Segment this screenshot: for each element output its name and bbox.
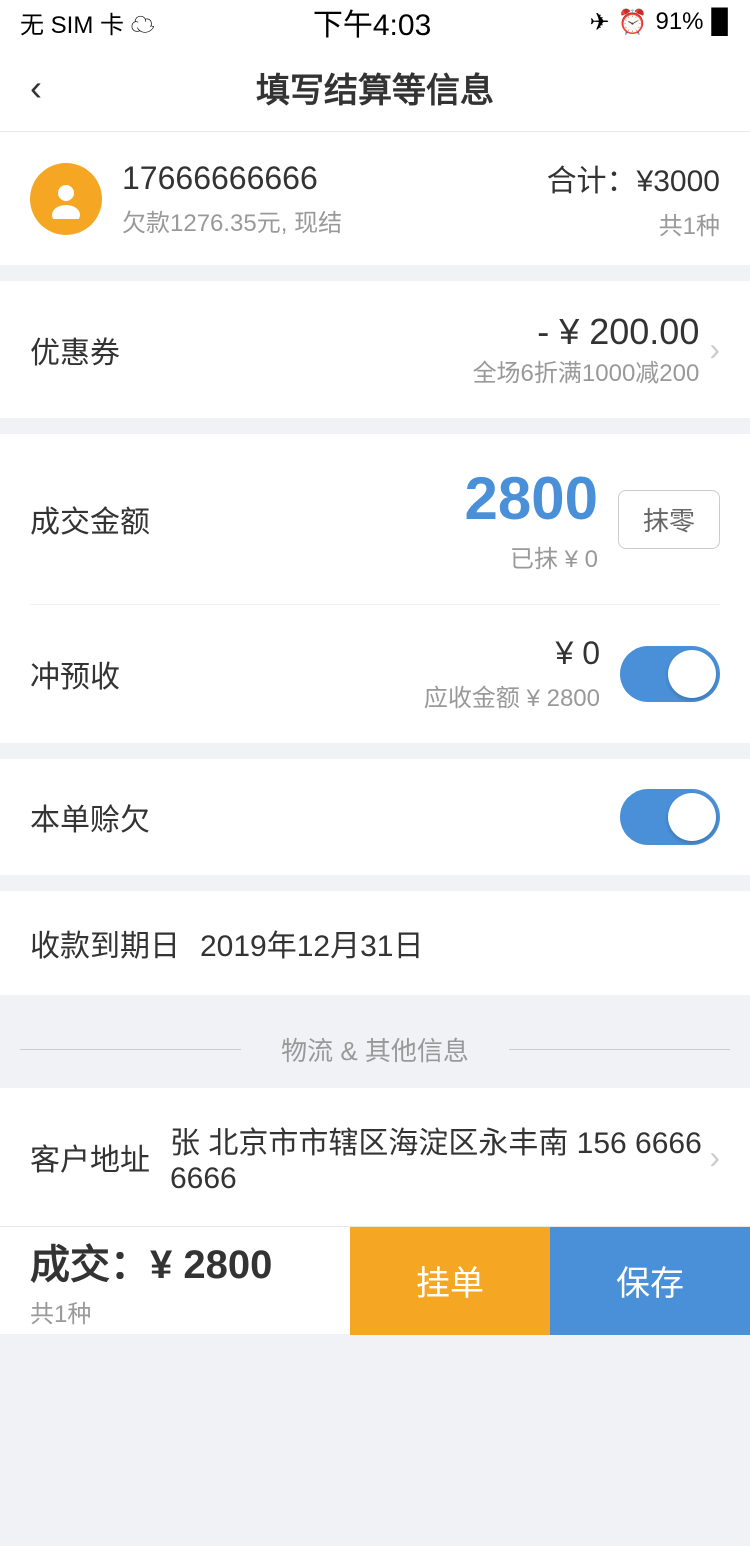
section-divider-text: 物流 & 其他信息 (281, 1031, 469, 1068)
bottom-deal-amount: ¥ 2800 (150, 1243, 272, 1287)
total-count: 共1种 (547, 206, 720, 241)
sim-status: 无 SIM 卡 ☁ (20, 5, 155, 40)
prereceive-col: ¥ 0 应收金额 ¥ 2800 (424, 635, 600, 713)
amount-section: 成交金额 2800 已抹 ¥ 0 抹零 冲预收 ¥ 0 应收金额 ¥ 2800 (0, 434, 750, 743)
battery-status: 91% (655, 8, 703, 36)
location-icon: ✈ (589, 8, 609, 37)
prereceive-amount: ¥ 0 (556, 635, 600, 672)
address-row[interactable]: 客户地址 张 北京市市辖区海淀区永丰南 156 6666 6666 › (0, 1088, 750, 1226)
chevron-right-icon: › (709, 331, 720, 368)
save-button[interactable]: 保存 (550, 1227, 750, 1335)
prereceive-label: 冲预收 (30, 652, 120, 696)
amount-col: 2800 已抹 ¥ 0 (465, 464, 598, 574)
duedate-row: 收款到期日 2019年12月31日 (0, 891, 750, 995)
customer-debt: 欠款1276.35元, 现结 (122, 203, 342, 238)
customer-left: 17666666666 欠款1276.35元, 现结 (30, 160, 342, 238)
bottom-count: 共1种 (30, 1294, 320, 1329)
debt-toggle-knob (668, 793, 716, 841)
deal-amount-label: 成交金额 (30, 497, 150, 541)
bottom-deal-row: 成交：¥ 2800 (30, 1232, 320, 1290)
customer-info-row: 17666666666 欠款1276.35元, 现结 合计：¥3000 共1种 (0, 132, 750, 265)
alarm-icon: ⏰ (618, 8, 648, 37)
back-button[interactable]: ‹ (30, 67, 42, 109)
status-right: ✈ ⏰ 91% ▉ (589, 8, 730, 37)
prereceive-right: ¥ 0 应收金额 ¥ 2800 (424, 635, 720, 713)
bottom-deal-label: 成交： (30, 1243, 150, 1287)
toggle-knob (668, 650, 716, 698)
prereceive-toggle[interactable] (620, 646, 720, 702)
page-title: 填写结算等信息 (256, 63, 494, 112)
debt-toggle[interactable] (620, 789, 720, 845)
customer-details: 17666666666 欠款1276.35元, 现结 (122, 160, 342, 238)
debt-row: 本单赊欠 (0, 759, 750, 875)
duedate-label: 收款到期日 (30, 921, 180, 965)
address-value: 张 北京市市辖区海淀区永丰南 156 6666 6666 (170, 1118, 709, 1196)
nav-bar: ‹ 填写结算等信息 (0, 44, 750, 132)
status-bar: 无 SIM 卡 ☁ 下午4:03 ✈ ⏰ 91% ▉ (0, 0, 750, 44)
bottom-summary: 成交：¥ 2800 共1种 (0, 1232, 350, 1329)
deal-amount-row: 成交金额 2800 已抹 ¥ 0 抹零 (30, 434, 720, 605)
status-time: 下午4:03 (313, 0, 431, 44)
duedate-value: 2019年12月31日 (200, 921, 423, 965)
round-button[interactable]: 抹零 (618, 490, 720, 549)
prereceive-row: 冲预收 ¥ 0 应收金额 ¥ 2800 (30, 605, 720, 743)
deal-amount-right: 2800 已抹 ¥ 0 抹零 (465, 464, 721, 574)
coupon-desc: 全场6折满1000减200 (473, 353, 700, 388)
battery-icon: ▉ (712, 8, 730, 37)
debt-label: 本单赊欠 (30, 795, 150, 839)
total-amount: 合计：¥3000 (547, 156, 720, 200)
deal-amount-value: 2800 (465, 464, 598, 533)
prereceive-sub: 应收金额 ¥ 2800 (424, 678, 600, 713)
address-chevron-icon: › (709, 1139, 720, 1176)
coupon-right: - ¥ 200.00 全场6折满1000减200 › (473, 311, 720, 388)
divider-line-left (20, 1049, 241, 1050)
coupon-discount: - ¥ 200.00 (473, 311, 700, 353)
section-divider: 物流 & 其他信息 (0, 1011, 750, 1088)
customer-phone: 17666666666 (122, 160, 342, 197)
hang-button[interactable]: 挂单 (350, 1227, 550, 1335)
status-left: 无 SIM 卡 ☁ (20, 5, 155, 40)
coupon-row[interactable]: 优惠券 - ¥ 200.00 全场6折满1000减200 › (0, 281, 750, 418)
deal-amount-sub: 已抹 ¥ 0 (510, 539, 598, 574)
address-label: 客户地址 (30, 1135, 150, 1179)
customer-total: 合计：¥3000 共1种 (547, 156, 720, 241)
coupon-value-wrap: - ¥ 200.00 全场6折满1000减200 (473, 311, 700, 388)
bottom-bar: 成交：¥ 2800 共1种 挂单 保存 (0, 1226, 750, 1334)
avatar (30, 163, 102, 235)
divider-line-right (509, 1049, 730, 1050)
coupon-label: 优惠券 (30, 328, 120, 372)
